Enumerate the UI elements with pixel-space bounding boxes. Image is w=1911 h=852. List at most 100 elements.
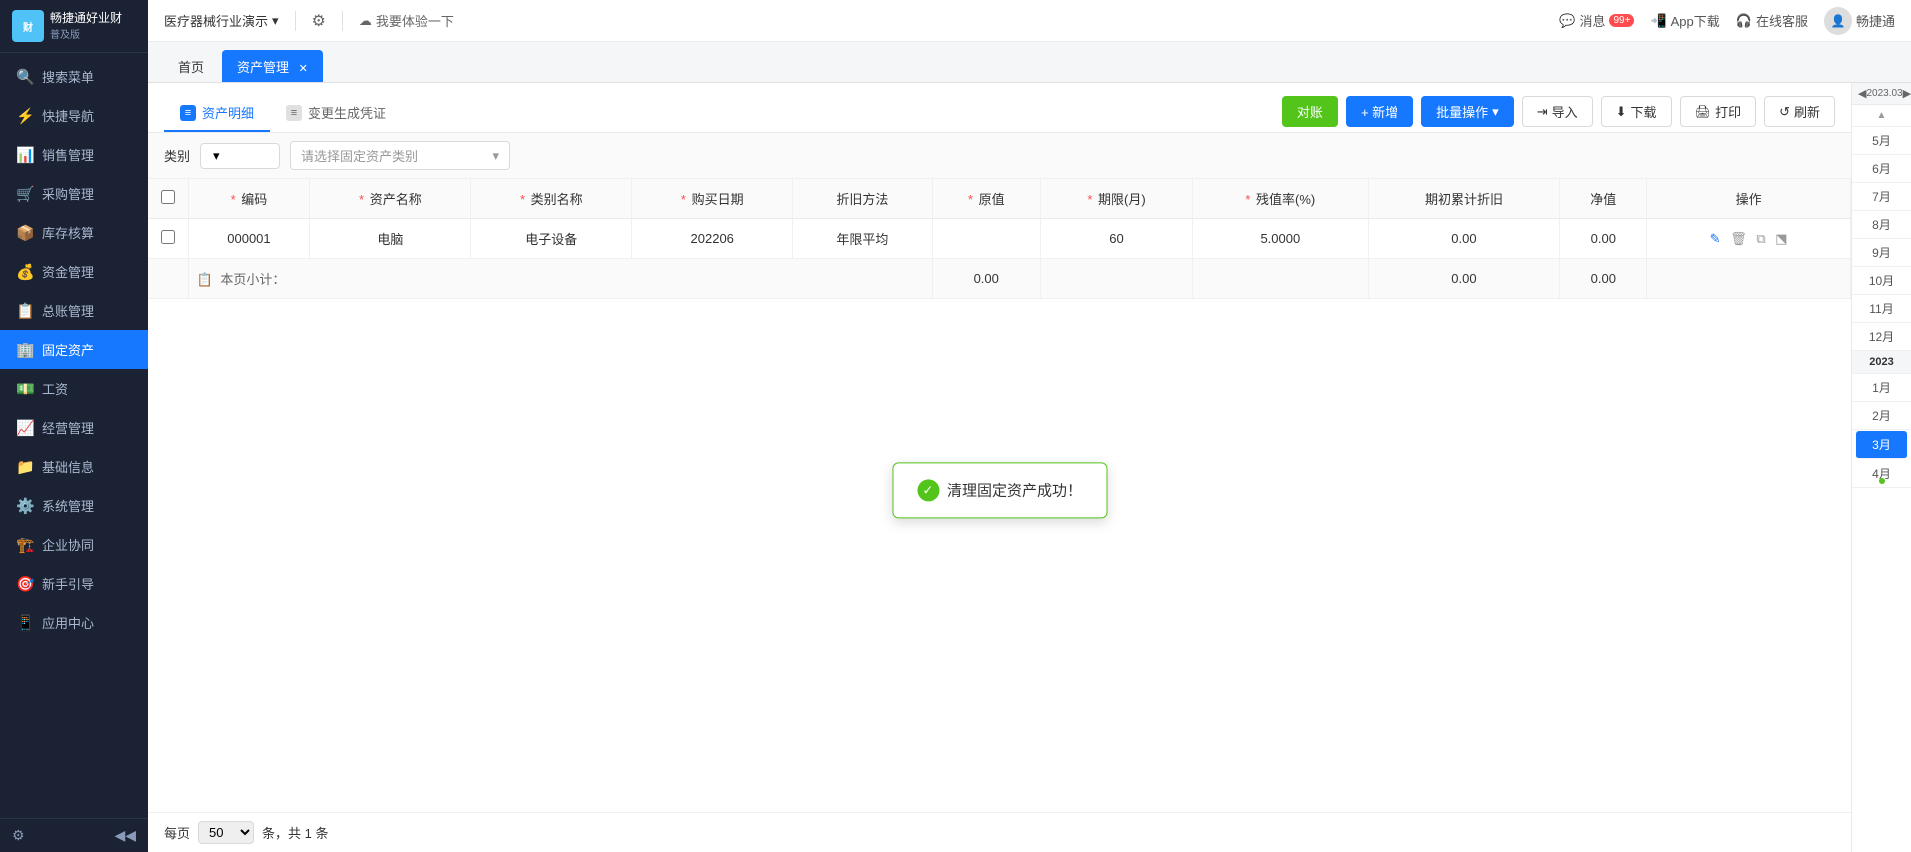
sidebar-item-guide[interactable]: 🎯 新手引导 — [0, 564, 148, 603]
message-button[interactable]: 💬 消息 99+ — [1559, 11, 1634, 30]
per-page-select[interactable]: 50 20 100 200 — [198, 821, 254, 844]
sidebar: 财 畅捷通好业财 普及版 🔍 搜索菜单 ⚡ 快捷导航 📊 销售管理 🛒 采购管理… — [0, 0, 148, 852]
sidebar-item-purchase[interactable]: 🛒 采购管理 — [0, 174, 148, 213]
toolbar-actions: 对账 + 新增 批量操作 ▾ ⇥ 导入 ⬇ 下载 — [1282, 96, 1835, 131]
month-1[interactable]: 1月 — [1852, 374, 1911, 402]
refresh-button[interactable]: ↺ 刷新 — [1764, 96, 1835, 127]
sidebar-item-operations[interactable]: 📈 经营管理 — [0, 408, 148, 447]
import-icon: ⇥ — [1537, 104, 1548, 120]
subtotal-initial: 0.00 — [1368, 259, 1560, 299]
subtotal-actions — [1647, 259, 1851, 299]
topbar: 医疗器械行业演示 ▾ ⚙ ☁ 我要体验一下 💬 消息 99+ 📲 App下载 🎧… — [148, 0, 1911, 42]
sidebar-nav: 🔍 搜索菜单 ⚡ 快捷导航 📊 销售管理 🛒 采购管理 📦 库存核算 💰 资金管… — [0, 53, 148, 818]
sidebar-item-quick-nav[interactable]: ⚡ 快捷导航 — [0, 96, 148, 135]
collapse-icon[interactable]: ◀◀ — [114, 827, 136, 844]
sidebar-item-sales[interactable]: 📊 销售管理 — [0, 135, 148, 174]
month-4[interactable]: 4月 — [1852, 460, 1911, 488]
row-actions: ✎ 🗑 ⧉ ⬔ — [1647, 219, 1851, 259]
month-2[interactable]: 2月 — [1852, 402, 1911, 430]
sidebar-item-salary[interactable]: 💵 工资 — [0, 369, 148, 408]
expand-right-icon[interactable]: ▶ — [1903, 87, 1911, 100]
sidebar-item-fixed-assets[interactable]: 🏢 固定资产 — [0, 330, 148, 369]
select-all-checkbox[interactable] — [161, 190, 175, 204]
topbar-settings-icon[interactable]: ⚙ — [312, 11, 326, 31]
trending-icon: 📈 — [16, 419, 34, 437]
table-header-row: * 编码 * 资产名称 * 类别名称 — [148, 179, 1851, 219]
month-5[interactable]: 5月 — [1852, 127, 1911, 155]
month-12[interactable]: 12月 — [1852, 323, 1911, 351]
more-icon[interactable]: ⬔ — [1775, 231, 1787, 246]
sidebar-item-enterprise[interactable]: 🏗️ 企业协同 — [0, 525, 148, 564]
sidebar-item-ledger[interactable]: 📋 总账管理 — [0, 291, 148, 330]
print-button[interactable]: 🖨 打印 — [1680, 96, 1757, 127]
copy-icon[interactable]: ⧉ — [1756, 231, 1765, 246]
row-period: 60 — [1040, 219, 1192, 259]
edit-icon[interactable]: ✎ — [1710, 231, 1721, 246]
tab-asset-detail[interactable]: ≡ 资产明细 — [164, 95, 270, 132]
sidebar-item-system[interactable]: ⚙️ 系统管理 — [0, 486, 148, 525]
money-icon: 💰 — [16, 263, 34, 281]
tab-close-icon[interactable]: ✕ — [299, 63, 308, 75]
tab-home[interactable]: 首页 — [164, 51, 218, 82]
app-icon: 📱 — [16, 614, 34, 632]
month-10[interactable]: 10月 — [1852, 267, 1911, 295]
month-11[interactable]: 11月 — [1852, 295, 1911, 323]
sidebar-logo: 财 畅捷通好业财 普及版 — [0, 0, 148, 53]
sidebar-item-basic-info[interactable]: 📁 基础信息 — [0, 447, 148, 486]
year-2023-up-arrow[interactable]: ▲ — [1852, 105, 1911, 127]
month-3-current[interactable]: 3月 — [1856, 431, 1907, 459]
sidebar-item-inventory[interactable]: 📦 库存核算 — [0, 213, 148, 252]
import-button[interactable]: ⇥ 导入 — [1522, 96, 1593, 127]
sidebar-item-app-center[interactable]: 📱 应用中心 — [0, 603, 148, 642]
category-filter-select[interactable]: ▾ — [200, 143, 280, 169]
message-badge: 99+ — [1609, 14, 1634, 27]
tab-asset-management[interactable]: 资产管理 ✕ — [222, 50, 323, 82]
sidebar-item-finance[interactable]: 💰 资金管理 — [0, 252, 148, 291]
table-row: 000001 电脑 电子设备 202206 年限平均 60 5.0000 0.0… — [148, 219, 1851, 259]
header-name: * 资产名称 — [310, 179, 471, 219]
app-logo-icon: 财 — [12, 10, 44, 42]
topbar-right: 💬 消息 99+ 📲 App下载 🎧 在线客服 👤 畅捷通 — [1559, 7, 1895, 35]
company-selector[interactable]: 医疗器械行业演示 ▾ — [164, 11, 279, 30]
ledger-icon: 📋 — [16, 302, 34, 320]
row-depreciation-method: 年限平均 — [793, 219, 932, 259]
lightning-icon: ⚡ — [16, 107, 34, 125]
collapse-left-icon[interactable]: ◀ — [1858, 87, 1866, 100]
month-7[interactable]: 7月 — [1852, 183, 1911, 211]
app-download-button[interactable]: 📲 App下载 — [1650, 11, 1719, 30]
success-check-icon: ✓ — [917, 479, 939, 501]
subtotal-net: 0.00 — [1560, 259, 1647, 299]
batch-dropdown-icon: ▾ — [1492, 104, 1499, 120]
month-8[interactable]: 8月 — [1852, 211, 1911, 239]
gear-icon: ⚙️ — [16, 497, 34, 515]
row-checkbox[interactable] — [161, 230, 175, 244]
search-icon: 🔍 — [16, 68, 34, 86]
category-type-input[interactable]: 请选择固定资产类别 ▾ — [290, 141, 510, 170]
month-6[interactable]: 6月 — [1852, 155, 1911, 183]
row-code: 000001 — [188, 219, 310, 259]
online-service-button[interactable]: 🎧 在线客服 — [1736, 11, 1808, 30]
header-code: * 编码 — [188, 179, 310, 219]
table-footer: 每页 50 20 100 200 条，共 1 条 — [148, 812, 1851, 852]
header-initial-accumulated: 期初累计折旧 — [1368, 179, 1560, 219]
sidebar-item-search[interactable]: 🔍 搜索菜单 — [0, 57, 148, 96]
row-residual-rate: 5.0000 — [1193, 219, 1368, 259]
batch-ops-button[interactable]: 批量操作 ▾ — [1421, 96, 1514, 127]
headset-icon: 🎧 — [1736, 13, 1752, 29]
assets-table: * 编码 * 资产名称 * 类别名称 — [148, 179, 1851, 299]
reconcile-button[interactable]: 对账 — [1282, 96, 1338, 127]
user-menu[interactable]: 👤 畅捷通 — [1824, 7, 1895, 35]
sub-tabs: ≡ 资产明细 ≡ 变更生成凭证 对账 + 新增 批量操作 — [148, 83, 1851, 133]
download-button[interactable]: ⬇ 下载 — [1601, 96, 1672, 127]
tab-change-voucher[interactable]: ≡ 变更生成凭证 — [270, 95, 402, 132]
experience-button[interactable]: ☁ 我要体验一下 — [359, 11, 454, 30]
row-name: 电脑 — [310, 219, 471, 259]
sidebar-footer: ⚙ ◀◀ — [0, 818, 148, 852]
add-button[interactable]: + 新增 — [1346, 96, 1413, 127]
settings-icon[interactable]: ⚙ — [12, 827, 25, 844]
delete-icon[interactable]: 🗑 — [1730, 231, 1747, 246]
subtotal-row: 📋 本页小计： 0.00 0.00 0.00 — [148, 259, 1851, 299]
header-actions: 操作 — [1647, 179, 1851, 219]
main-area: 医疗器械行业演示 ▾ ⚙ ☁ 我要体验一下 💬 消息 99+ 📲 App下载 🎧… — [148, 0, 1911, 852]
month-9[interactable]: 9月 — [1852, 239, 1911, 267]
